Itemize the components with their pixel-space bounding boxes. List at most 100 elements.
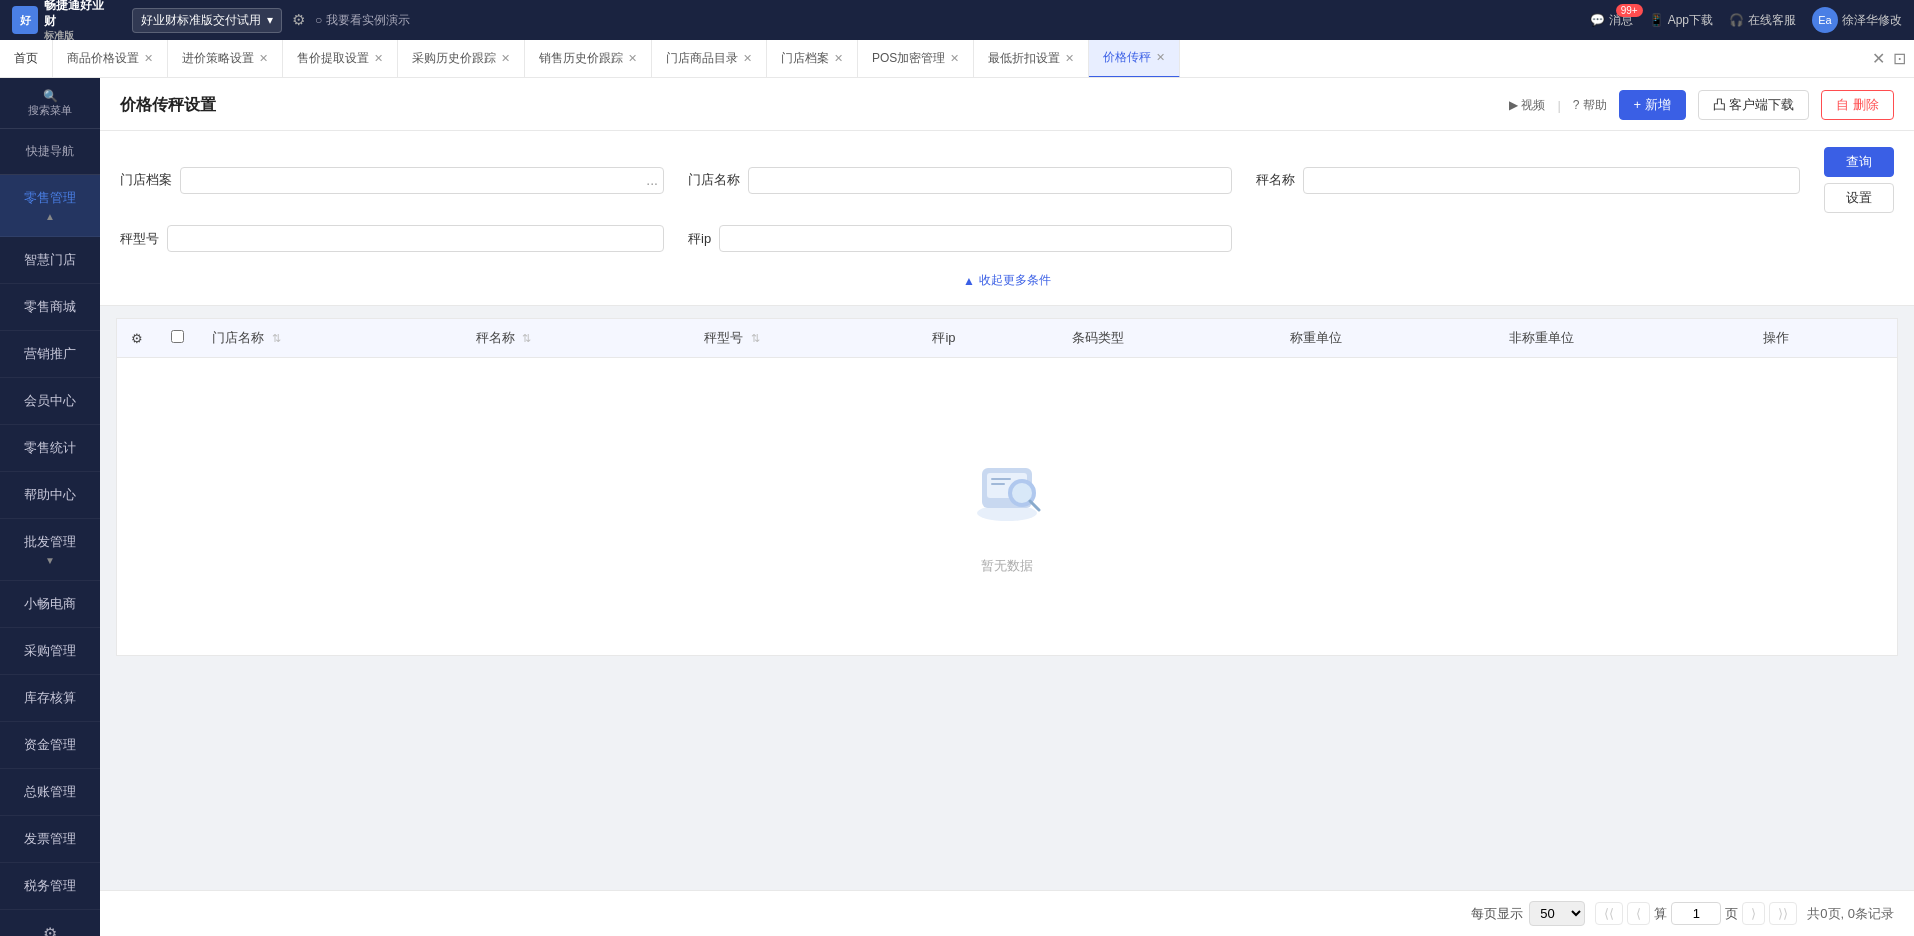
tab-price-scale[interactable]: 价格传秤 ✕	[1089, 40, 1180, 78]
page-nav: ⟨⟨ ⟨ 算 页 ⟩ ⟩⟩	[1595, 902, 1797, 925]
tab-sales-history[interactable]: 销售历史价跟踪 ✕	[525, 40, 652, 78]
close-icon[interactable]: ✕	[743, 52, 752, 65]
app-logo: 好 畅捷通好业财 标准版	[12, 0, 112, 42]
app-name: 畅捷通好业财	[44, 0, 112, 29]
ellipsis-icon[interactable]: ...	[646, 172, 658, 188]
next-page-btn[interactable]: ⟩	[1742, 902, 1765, 925]
filter-store-archive: 门店档案 ...	[120, 167, 664, 194]
tab-home[interactable]: 首页	[0, 40, 53, 78]
sidebar-item-finance[interactable]: 资金管理	[0, 722, 100, 769]
sidebar-item-retail-stats[interactable]: 零售统计	[0, 425, 100, 472]
filter-scale-ip: 秤ip	[688, 225, 1232, 252]
sidebar-gear-icon[interactable]: ⚙	[43, 925, 57, 936]
tab-sale-price[interactable]: 售价提取设置 ✕	[283, 40, 398, 78]
tab-pos-management[interactable]: POS加密管理 ✕	[858, 40, 974, 78]
close-icon[interactable]: ✕	[628, 52, 637, 65]
store-archive-input[interactable]	[180, 167, 664, 194]
scale-name-label: 秤名称	[1256, 171, 1295, 189]
sidebar-item-quick-nav[interactable]: 快捷导航	[0, 135, 100, 168]
download-button[interactable]: 凸 客户端下载	[1698, 90, 1810, 120]
sidebar-item-help[interactable]: 帮助中心	[0, 472, 100, 519]
tab-purchase-history[interactable]: 采购历史价跟踪 ✕	[398, 40, 525, 78]
sidebar-item-invoice[interactable]: 发票管理	[0, 816, 100, 863]
messages-btn[interactable]: 💬 消息 99+	[1590, 12, 1633, 29]
demo-link[interactable]: ○ 我要看实例演示	[315, 12, 410, 29]
sidebar-item-tax[interactable]: 税务管理	[0, 863, 100, 910]
tab-purchase-strategy[interactable]: 进价策略设置 ✕	[168, 40, 283, 78]
add-button[interactable]: + 新增	[1619, 90, 1686, 120]
tab-min-discount[interactable]: 最低折扣设置 ✕	[974, 40, 1089, 78]
delete-button[interactable]: 自 删除	[1821, 90, 1894, 120]
sidebar-item-purchase[interactable]: 采购管理	[0, 628, 100, 675]
close-icon[interactable]: ✕	[501, 52, 510, 65]
svg-rect-7	[991, 483, 1005, 485]
scale-ip-input[interactable]	[719, 225, 1232, 252]
separator: |	[1557, 98, 1560, 113]
tab-bar-end: ✕ ⊡	[1872, 49, 1914, 68]
sidebar-item-retail-mall[interactable]: 零售商城	[0, 284, 100, 331]
phone-icon: 📱	[1649, 13, 1664, 27]
page-total: 共0页, 0条记录	[1807, 905, 1894, 923]
user-menu[interactable]: Ea 徐泽华修改	[1812, 7, 1902, 33]
chevron-down-icon: ▾	[267, 13, 273, 27]
sidebar-search[interactable]: 🔍 搜索菜单	[0, 78, 100, 129]
page-header-right: ▶ 视频 | ? 帮助 + 新增 凸 客户端下载 自 删除	[1509, 90, 1894, 120]
scale-name-input[interactable]	[1303, 167, 1800, 194]
sidebar-item-xiaochang[interactable]: 小畅电商	[0, 581, 100, 628]
sort-icon[interactable]: ⇅	[751, 332, 760, 344]
close-window-icon[interactable]: ✕	[1872, 49, 1885, 68]
page-suffix: 页	[1725, 905, 1738, 923]
sidebar-item-wholesale[interactable]: 批发管理 ▼	[0, 519, 100, 581]
sidebar: 🔍 搜索菜单 快捷导航 零售管理 ▲ 智慧门店 零售商城 营销推广 会员中心 零…	[0, 78, 100, 936]
top-bar-center: 好业财标准版交付试用 ▾ ⚙ ○ 我要看实例演示	[112, 8, 1590, 33]
empty-icon	[957, 438, 1057, 541]
collapse-button[interactable]: ▲ 收起更多条件	[120, 264, 1894, 297]
close-icon[interactable]: ✕	[374, 52, 383, 65]
video-link[interactable]: ▶ 视频	[1509, 97, 1545, 114]
close-icon[interactable]: ✕	[259, 52, 268, 65]
sidebar-item-general-ledger[interactable]: 总账管理	[0, 769, 100, 816]
table-body: 暂无数据	[117, 358, 1898, 656]
close-icon[interactable]: ✕	[1065, 52, 1074, 65]
store-archive-label: 门店档案	[120, 171, 172, 189]
help-link[interactable]: ? 帮助	[1573, 97, 1607, 114]
close-icon[interactable]: ✕	[950, 52, 959, 65]
tab-price-settings[interactable]: 商品价格设置 ✕	[53, 40, 168, 78]
messages-badge: 99+	[1616, 4, 1643, 17]
per-page: 每页显示 10 20 50 100	[1471, 901, 1585, 926]
sidebar-item-member[interactable]: 会员中心	[0, 378, 100, 425]
settings-icon[interactable]: ⚙	[131, 331, 143, 346]
store-name-label: 门店名称	[688, 171, 740, 189]
page-input[interactable]	[1671, 902, 1721, 925]
maximize-icon[interactable]: ⊡	[1893, 49, 1906, 68]
last-page-btn[interactable]: ⟩⟩	[1769, 902, 1797, 925]
close-icon[interactable]: ✕	[834, 52, 843, 65]
top-bar: 好 畅捷通好业财 标准版 好业财标准版交付试用 ▾ ⚙ ○ 我要看实例演示 💬 …	[0, 0, 1914, 40]
query-button[interactable]: 查询	[1824, 147, 1894, 177]
data-table: ⚙ 门店名称 ⇅ 秤名称 ⇅	[116, 318, 1898, 656]
th-weight-unit: 称重单位	[1276, 319, 1494, 358]
version-select[interactable]: 好业财标准版交付试用 ▾	[132, 8, 282, 33]
tab-shop-catalog[interactable]: 门店商品目录 ✕	[652, 40, 767, 78]
prev-page-btn[interactable]: ⟨	[1627, 902, 1650, 925]
close-icon[interactable]: ✕	[1156, 51, 1165, 64]
close-icon[interactable]: ✕	[144, 52, 153, 65]
sidebar-item-smart-shop[interactable]: 智慧门店	[0, 237, 100, 284]
first-page-btn[interactable]: ⟨⟨	[1595, 902, 1623, 925]
app-download-btn[interactable]: 📱 App下载	[1649, 12, 1713, 29]
sidebar-item-inventory[interactable]: 库存核算	[0, 675, 100, 722]
settings-icon[interactable]: ⚙	[292, 11, 305, 29]
sort-icon[interactable]: ⇅	[522, 332, 531, 344]
th-non-weight-unit: 非称重单位	[1495, 319, 1749, 358]
sidebar-item-marketing[interactable]: 营销推广	[0, 331, 100, 378]
settings-button[interactable]: 设置	[1824, 183, 1894, 213]
per-page-select[interactable]: 10 20 50 100	[1529, 901, 1585, 926]
store-name-input[interactable]	[748, 167, 1232, 194]
select-all-checkbox[interactable]	[171, 330, 184, 343]
sidebar-item-retail[interactable]: 零售管理 ▲	[0, 175, 100, 237]
scale-model-input[interactable]	[167, 225, 664, 252]
online-service-btn[interactable]: 🎧 在线客服	[1729, 12, 1796, 29]
filter-scale-model: 秤型号	[120, 225, 664, 252]
tab-shop-archive[interactable]: 门店档案 ✕	[767, 40, 858, 78]
sort-icon[interactable]: ⇅	[272, 332, 281, 344]
